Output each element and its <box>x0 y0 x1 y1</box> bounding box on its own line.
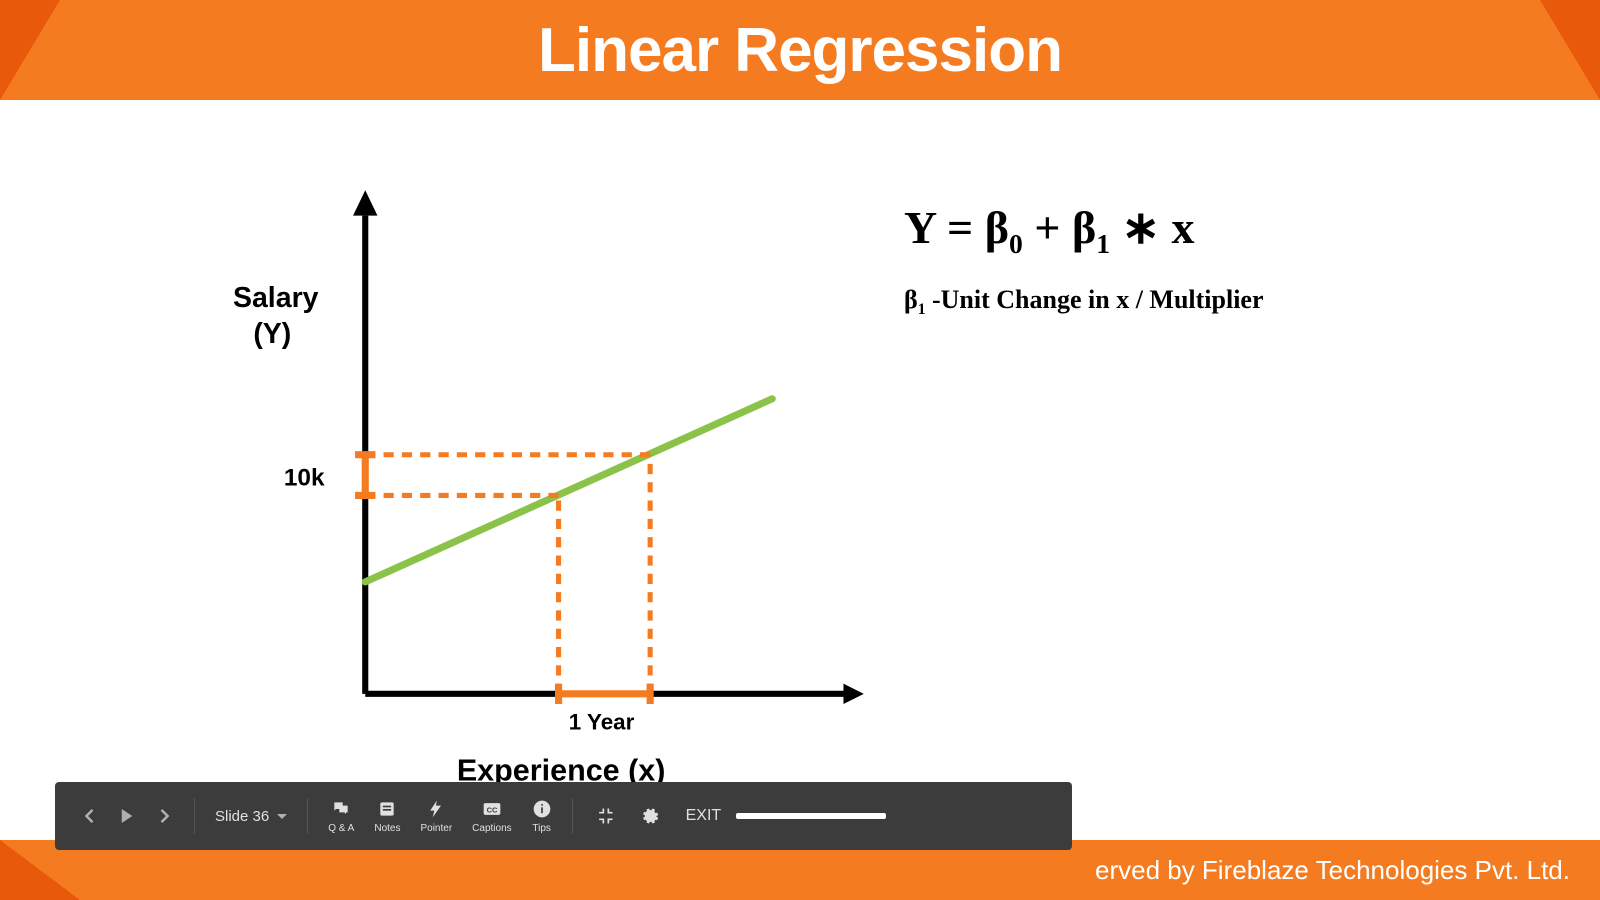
toolbar-separator <box>572 798 573 834</box>
header-corner-left <box>0 0 60 100</box>
regression-diagram: Salary (Y) 10k 1 Year Experience (x) <box>60 140 874 800</box>
header-bar: Linear Regression <box>0 0 1600 100</box>
slide-indicator-text: Slide 36 <box>215 808 269 825</box>
presentation-toolbar: Slide 36 Q & A Notes Pointer CC Captions… <box>55 782 1072 850</box>
play-icon <box>120 809 134 823</box>
y-tick-label: 10k <box>284 464 325 491</box>
chevron-left-icon <box>82 809 96 823</box>
qa-label: Q & A <box>328 823 354 834</box>
info-icon <box>532 799 552 819</box>
prev-slide-button[interactable] <box>70 801 108 831</box>
pointer-label: Pointer <box>420 823 452 834</box>
footer-copyright: erved by Fireblaze Technologies Pvt. Ltd… <box>1095 855 1570 886</box>
notes-label: Notes <box>374 823 400 834</box>
y-axis-arrow-icon <box>353 190 377 215</box>
y-axis-label-1: Salary <box>233 282 319 314</box>
next-slide-button[interactable] <box>146 801 184 831</box>
captions-button[interactable]: CC Captions <box>462 791 521 842</box>
chevron-right-icon <box>158 809 172 823</box>
play-button[interactable] <box>108 801 146 831</box>
x-tick-label: 1 Year <box>569 709 635 734</box>
pointer-button[interactable]: Pointer <box>410 791 462 842</box>
equation-area: Y = β0 + β1 ∗ x β1 -Unit Change in x / M… <box>874 140 1540 800</box>
equation-main: Y = β0 + β1 ∗ x <box>904 200 1540 260</box>
diagram-area: Salary (Y) 10k 1 Year Experience (x) <box>60 140 874 800</box>
toolbar-separator <box>307 798 308 834</box>
bolt-icon <box>426 799 446 819</box>
settings-button[interactable] <box>627 798 671 834</box>
y-axis-label-2: (Y) <box>253 318 291 350</box>
chat-icon <box>331 799 351 819</box>
regression-line <box>365 399 772 582</box>
progress-bar[interactable] <box>736 813 886 819</box>
x-axis-arrow-icon <box>843 684 863 704</box>
qa-button[interactable]: Q & A <box>318 791 364 842</box>
slide-selector[interactable]: Slide 36 <box>205 808 297 825</box>
gear-icon <box>639 806 659 826</box>
captions-label: Captions <box>472 823 511 834</box>
exit-button[interactable]: EXIT <box>671 807 737 825</box>
toolbar-separator <box>194 798 195 834</box>
equation-sub: β1 -Unit Change in x / Multiplier <box>904 285 1540 319</box>
exit-fullscreen-button[interactable] <box>583 798 627 834</box>
tips-label: Tips <box>532 823 551 834</box>
content-area: Salary (Y) 10k 1 Year Experience (x) Y =… <box>0 100 1600 800</box>
fullscreen-exit-icon <box>595 806 615 826</box>
notes-button[interactable]: Notes <box>364 791 410 842</box>
tips-button[interactable]: Tips <box>522 791 562 842</box>
notes-icon <box>377 799 397 819</box>
header-corner-right <box>1540 0 1600 100</box>
dropdown-icon <box>277 814 287 819</box>
slide-title: Linear Regression <box>538 15 1062 86</box>
cc-icon: CC <box>482 799 502 819</box>
svg-text:CC: CC <box>486 805 497 814</box>
